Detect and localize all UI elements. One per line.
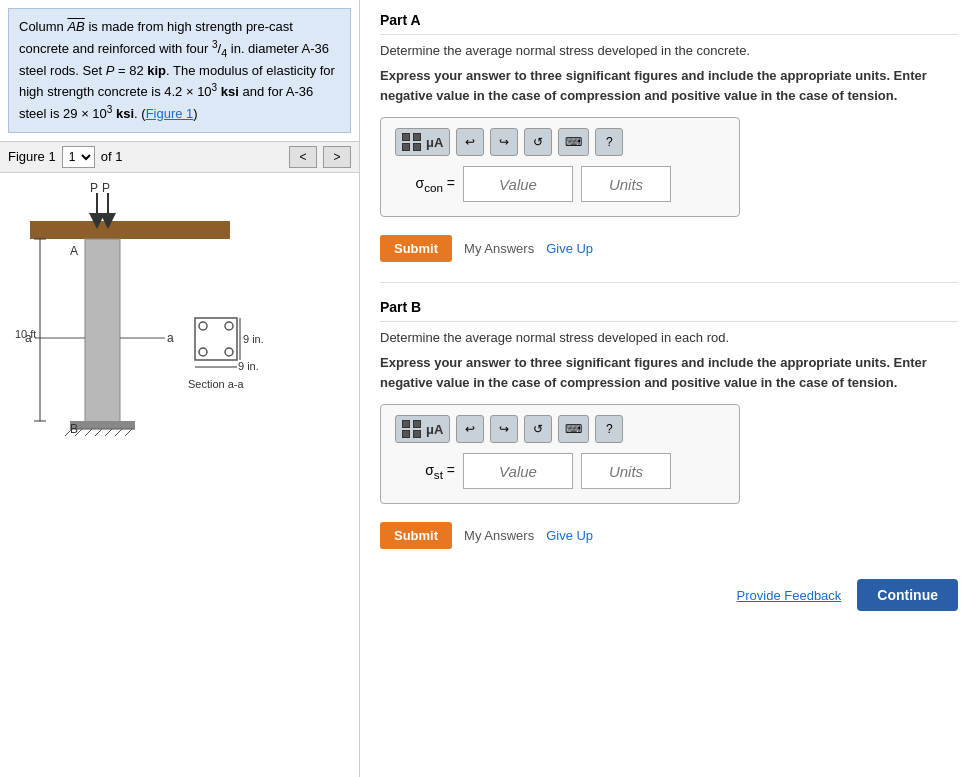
svg-rect-2 — [70, 421, 135, 429]
continue-btn[interactable]: Continue — [857, 579, 958, 611]
part-b-instruction: Express your answer to three significant… — [380, 353, 958, 392]
part-a-toolbar: μA ↩ ↪ ↺ ⌨ ? — [395, 128, 725, 156]
part-a-undo-btn[interactable]: ↩ — [456, 128, 484, 156]
figure-label: Figure 1 — [8, 149, 56, 164]
svg-text:B: B — [70, 422, 78, 436]
part-b-units-input[interactable] — [581, 453, 671, 489]
figure-prev-btn[interactable]: < — [289, 146, 317, 168]
part-a-answer-box: μA ↩ ↪ ↺ ⌨ ? σcon = — [380, 117, 740, 217]
part-a-title: Part A — [380, 12, 958, 35]
figure-of-label: of 1 — [101, 149, 123, 164]
svg-point-28 — [199, 348, 207, 356]
svg-line-9 — [115, 429, 122, 436]
figure-select[interactable]: 1 — [62, 146, 95, 168]
grid-icon-b — [402, 420, 422, 438]
right-panel: Part A Determine the average normal stre… — [360, 0, 978, 777]
mu-alpha-label-b: μA — [426, 422, 443, 437]
svg-text:P: P — [102, 183, 110, 195]
part-a-template-btn[interactable]: μA — [395, 128, 450, 156]
part-a-sigma-label: σcon = — [395, 175, 455, 194]
svg-point-29 — [225, 348, 233, 356]
part-b-action-row: Submit My Answers Give Up — [380, 522, 958, 549]
part-a-help-btn[interactable]: ? — [595, 128, 623, 156]
part-a-value-input[interactable] — [463, 166, 573, 202]
part-b-keyboard-btn[interactable]: ⌨ — [558, 415, 589, 443]
part-a-give-up-link[interactable]: Give Up — [546, 241, 593, 256]
provide-feedback-link[interactable]: Provide Feedback — [737, 588, 842, 603]
part-b-help-btn[interactable]: ? — [595, 415, 623, 443]
figure1-link[interactable]: Figure 1 — [146, 106, 194, 121]
part-b-title: Part B — [380, 299, 958, 322]
part-b-section: Part B Determine the average normal stre… — [380, 287, 958, 549]
svg-text:Section a-a: Section a-a — [188, 378, 245, 390]
svg-point-27 — [225, 322, 233, 330]
svg-text:9 in.: 9 in. — [238, 360, 259, 372]
part-a-my-answers-link[interactable]: My Answers — [464, 241, 534, 256]
problem-text: Column AB is made from high strength pre… — [8, 8, 351, 133]
grid-icon — [402, 133, 422, 151]
left-panel: Column AB is made from high strength pre… — [0, 0, 360, 777]
part-b-give-up-link[interactable]: Give Up — [546, 528, 593, 543]
bottom-actions: Provide Feedback Continue — [380, 569, 958, 611]
part-b-input-row: σst = — [395, 453, 725, 489]
part-a-units-input[interactable] — [581, 166, 671, 202]
part-b-my-answers-link[interactable]: My Answers — [464, 528, 534, 543]
figure-area: P P A a a 10 ft B 9 in. — [0, 173, 359, 777]
mu-alpha-label: μA — [426, 135, 443, 150]
part-a-action-row: Submit My Answers Give Up — [380, 235, 958, 262]
svg-text:9 in.: 9 in. — [243, 333, 264, 345]
part-b-description: Determine the average normal stress deve… — [380, 330, 958, 345]
part-a-instruction: Express your answer to three significant… — [380, 66, 958, 105]
part-a-section: Part A Determine the average normal stre… — [380, 0, 958, 262]
svg-rect-1 — [85, 239, 120, 424]
figure-svg: P P A a a 10 ft B 9 in. — [10, 183, 320, 473]
part-b-answer-box: μA ↩ ↪ ↺ ⌨ ? σst = — [380, 404, 740, 504]
part-a-submit-btn[interactable]: Submit — [380, 235, 452, 262]
part-a-input-row: σcon = — [395, 166, 725, 202]
part-b-redo-btn[interactable]: ↪ — [490, 415, 518, 443]
divider — [380, 282, 958, 283]
svg-point-26 — [199, 322, 207, 330]
part-a-redo-btn[interactable]: ↪ — [490, 128, 518, 156]
part-a-refresh-btn[interactable]: ↺ — [524, 128, 552, 156]
part-b-value-input[interactable] — [463, 453, 573, 489]
svg-line-7 — [95, 429, 102, 436]
svg-rect-0 — [30, 221, 230, 239]
svg-text:A: A — [70, 244, 78, 258]
part-a-keyboard-btn[interactable]: ⌨ — [558, 128, 589, 156]
svg-line-6 — [85, 429, 92, 436]
figure-controls: Figure 1 1 of 1 < > — [0, 141, 359, 173]
part-b-toolbar: μA ↩ ↪ ↺ ⌨ ? — [395, 415, 725, 443]
figure-next-btn[interactable]: > — [323, 146, 351, 168]
part-b-sigma-label: σst = — [395, 462, 455, 481]
svg-line-8 — [105, 429, 112, 436]
svg-rect-25 — [195, 318, 237, 360]
svg-text:a: a — [167, 331, 174, 345]
part-b-undo-btn[interactable]: ↩ — [456, 415, 484, 443]
svg-text:P: P — [90, 183, 98, 195]
part-b-submit-btn[interactable]: Submit — [380, 522, 452, 549]
part-b-template-btn[interactable]: μA — [395, 415, 450, 443]
part-a-description: Determine the average normal stress deve… — [380, 43, 958, 58]
svg-line-10 — [125, 429, 132, 436]
svg-text:10 ft: 10 ft — [15, 328, 36, 340]
part-b-refresh-btn[interactable]: ↺ — [524, 415, 552, 443]
